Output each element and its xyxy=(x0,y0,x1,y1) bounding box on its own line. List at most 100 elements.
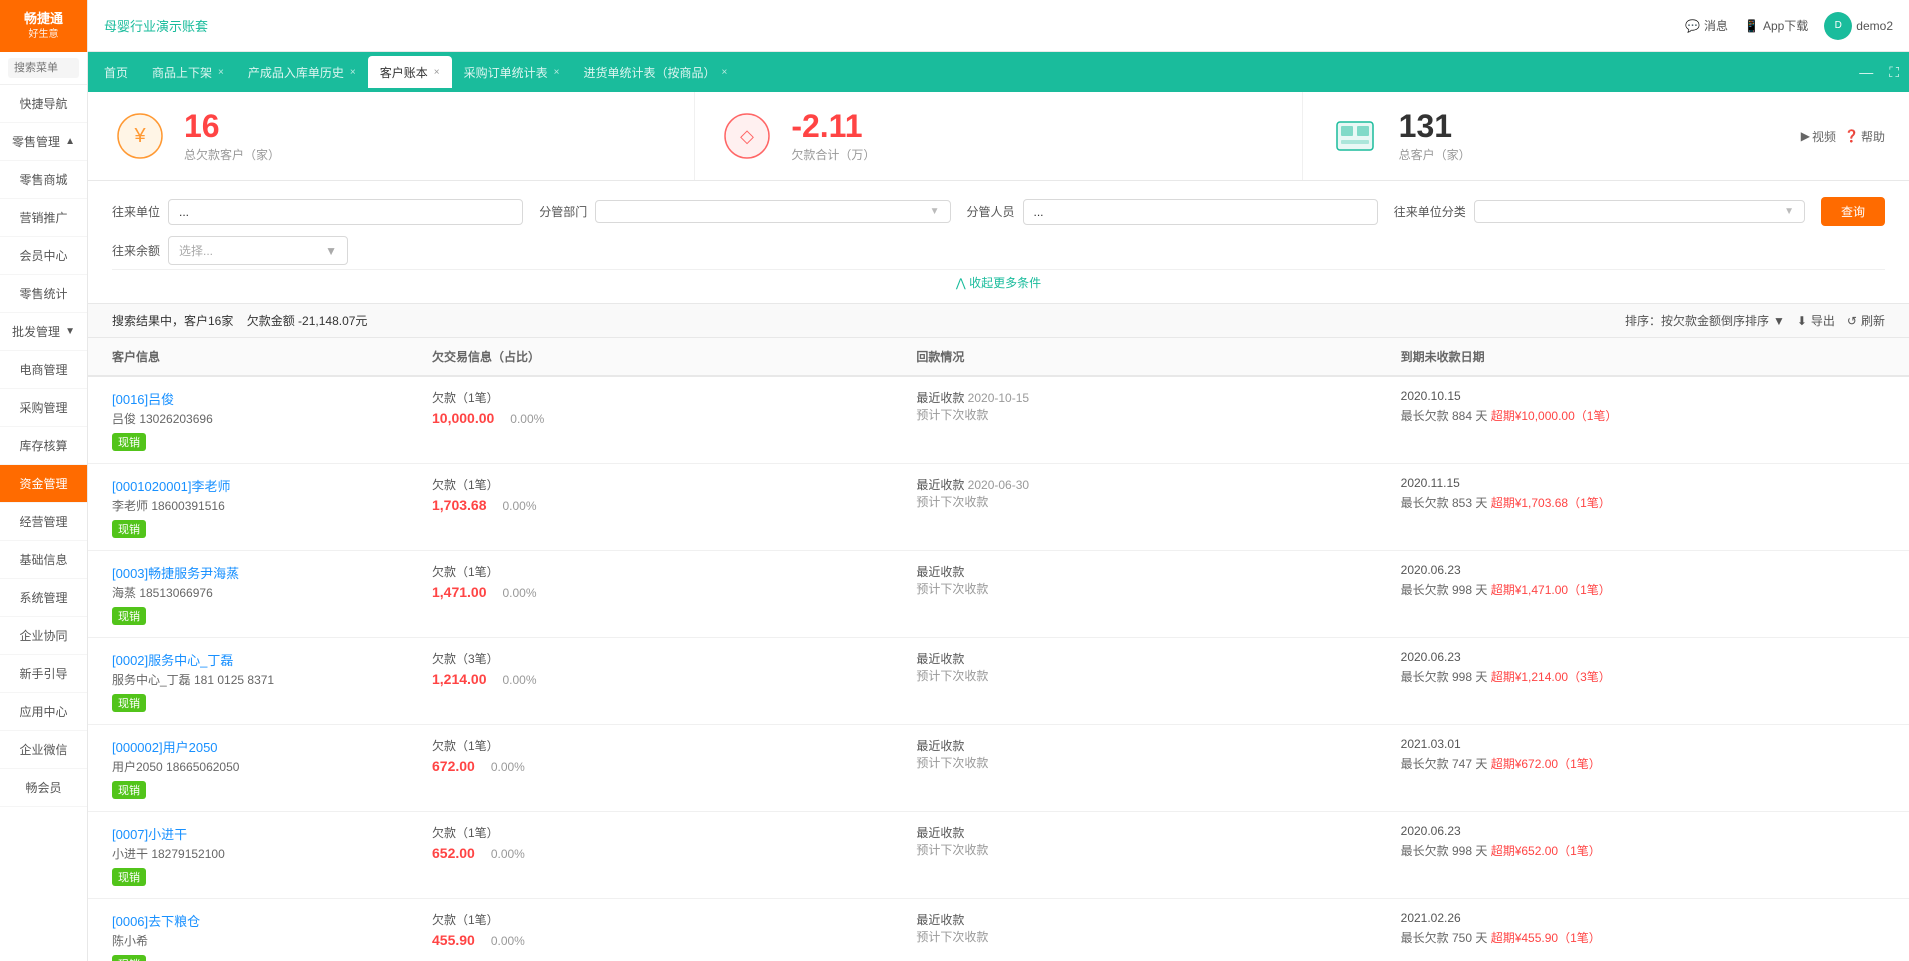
customer-name-link[interactable]: [0003]畅捷服务尹海蒸 xyxy=(112,563,432,582)
sidebar-item-lingshou[interactable]: 零售管理 ▲ xyxy=(0,123,87,161)
overdue-amount-link[interactable]: 超期¥672.00（1笔） xyxy=(1491,757,1601,771)
tab-close-icon[interactable]: × xyxy=(554,67,560,78)
next-collection: 预计下次收款 xyxy=(916,406,1400,423)
sidebar-item-jingying[interactable]: 经营管理 xyxy=(0,503,87,541)
debt-ratio: 0.00% xyxy=(491,760,525,774)
manager-input[interactable]: ... xyxy=(1023,199,1378,225)
tab-purchase-product-stats[interactable]: 进货单统计表（按商品） × xyxy=(571,56,739,88)
sidebar-item-yingxiao[interactable]: 营销推广 xyxy=(0,199,87,237)
refresh-button[interactable]: ↺ 刷新 xyxy=(1847,312,1885,329)
last-collection: 最近收款 2020-06-30 xyxy=(916,476,1400,493)
customer-contact: 陈小希 xyxy=(112,932,432,949)
export-button[interactable]: ⬇ 导出 xyxy=(1797,312,1835,329)
category-select[interactable]: ▼ xyxy=(1474,200,1805,223)
sidebar-item-label: 畅会员 xyxy=(25,779,61,796)
sidebar-item-huiyuan[interactable]: 会员中心 xyxy=(0,237,87,275)
tab-product-listing[interactable]: 商品上下架 × xyxy=(140,56,236,88)
sidebar-item-shangcheng[interactable]: 零售商城 xyxy=(0,161,87,199)
sidebar-item-caigou[interactable]: 采购管理 xyxy=(0,389,87,427)
help-button[interactable]: ❓ 帮助 xyxy=(1844,128,1885,145)
last-collection: 最近收款 xyxy=(916,650,1400,667)
overdue-amount-link[interactable]: 超期¥1,703.68（1笔） xyxy=(1491,496,1611,510)
sidebar-item-zijin[interactable]: 资金管理 xyxy=(0,465,87,503)
tab-close-icon[interactable]: × xyxy=(721,67,727,78)
video-button[interactable]: ▶ 视频 xyxy=(1801,128,1836,145)
tab-label: 客户账本 xyxy=(380,64,428,81)
sidebar-item-changhui[interactable]: 畅会员 xyxy=(0,769,87,807)
tab-product-history[interactable]: 产成品入库单历史 × xyxy=(236,56,368,88)
customer-info: [0016]吕俊 吕俊 13026203696 现销 xyxy=(112,389,432,451)
debt-info: 欠款（3笔） 1,214.00 0.00% xyxy=(432,650,916,687)
app-download-button[interactable]: 📱 App下载 xyxy=(1744,17,1808,34)
sidebar-item-label: 零售管理 xyxy=(12,133,60,150)
debt-info: 欠款（1笔） 1,471.00 0.00% xyxy=(432,563,916,600)
tab-close-icon[interactable]: × xyxy=(350,67,356,78)
filter-label-balance: 往来余额 xyxy=(112,242,160,259)
filter-label-dept: 分管部门 xyxy=(539,203,587,220)
overdue-amount-link[interactable]: 超期¥455.90（1笔） xyxy=(1491,931,1601,945)
search-input[interactable] xyxy=(8,58,79,78)
customer-name-link[interactable]: [0002]服务中心_丁磊 xyxy=(112,650,432,669)
sidebar-item-dianshang[interactable]: 电商管理 xyxy=(0,351,87,389)
sort-selector[interactable]: 排序：按欠款金额倒序排序 ▼ xyxy=(1625,312,1785,329)
debt-ratio: 0.00% xyxy=(503,586,537,600)
debt-amount: 672.00 xyxy=(432,758,475,774)
sidebar-item-qiyexietong[interactable]: 企业协同 xyxy=(0,617,87,655)
search-button[interactable]: 查询 xyxy=(1821,197,1885,226)
tab-close-icon[interactable]: × xyxy=(434,67,440,78)
tab-home[interactable]: 首页 xyxy=(92,56,140,88)
sidebar-item-kuaijie[interactable]: 快捷导航 xyxy=(0,85,87,123)
overdue-amount-link[interactable]: 超期¥652.00（1笔） xyxy=(1491,844,1601,858)
overdue-amount-link[interactable]: 超期¥1,214.00（3笔） xyxy=(1491,670,1611,684)
balance-select[interactable]: 选择... ▼ xyxy=(168,236,348,265)
summary-card-amount: ◇ -2.11 欠款合计（万） xyxy=(695,92,1302,180)
customer-name-link[interactable]: [0001020001]李老师 xyxy=(112,476,432,495)
debt-count: 欠款（1笔） xyxy=(432,737,916,754)
filter-balance: 往来余额 选择... ▼ xyxy=(112,236,1885,265)
sidebar-item-yingyong[interactable]: 应用中心 xyxy=(0,693,87,731)
sidebar-item-weixin[interactable]: 企业微信 xyxy=(0,731,87,769)
overdue-amount-link[interactable]: 超期¥10,000.00（1笔） xyxy=(1491,409,1618,423)
sidebar-item-lingshoutongji[interactable]: 零售统计 xyxy=(0,275,87,313)
customer-name-link[interactable]: [000002]用户2050 xyxy=(112,737,432,756)
sidebar-item-jichu[interactable]: 基础信息 xyxy=(0,541,87,579)
tab-close-icon[interactable]: × xyxy=(218,67,224,78)
table-row: [0003]畅捷服务尹海蒸 海蒸 18513066976 现销 欠款（1笔） 1… xyxy=(88,551,1909,638)
sidebar-item-pifa[interactable]: 批发管理 ▼ xyxy=(0,313,87,351)
overdue-days: 最长欠款 998 天 超期¥1,471.00（1笔） xyxy=(1401,581,1885,598)
customer-name-link[interactable]: [0006]去下粮仓 xyxy=(112,911,432,930)
sidebar-item-label: 企业协同 xyxy=(19,627,67,644)
minimize-button[interactable]: — xyxy=(1853,62,1879,83)
chevron-up-icon: ▲ xyxy=(65,136,75,147)
source-unit-input[interactable]: ... xyxy=(168,199,523,225)
overdue-date: 2020.06.23 xyxy=(1401,563,1885,577)
summary-data-total: 131 总客户（家） xyxy=(1399,110,1785,163)
app-download-label: App下载 xyxy=(1763,17,1808,34)
maximize-button[interactable]: ⛶ xyxy=(1883,62,1905,83)
table-row: [000002]用户2050 用户2050 18665062050 现销 欠款（… xyxy=(88,725,1909,812)
overdue-date: 2021.03.01 xyxy=(1401,737,1885,751)
department-select[interactable]: ▼ xyxy=(595,200,950,223)
sidebar-item-xinshou[interactable]: 新手引导 xyxy=(0,655,87,693)
next-collection: 预计下次收款 xyxy=(916,580,1400,597)
sidebar-item-label: 库存核算 xyxy=(19,437,67,454)
tab-purchase-stats[interactable]: 采购订单统计表 × xyxy=(452,56,572,88)
sidebar-item-kucun[interactable]: 库存核算 xyxy=(0,427,87,465)
customer-name-link[interactable]: [0016]吕俊 xyxy=(112,389,432,408)
customer-name-link[interactable]: [0007]小进干 xyxy=(112,824,432,843)
sidebar-item-xitong[interactable]: 系统管理 xyxy=(0,579,87,617)
collapse-bar[interactable]: ⋀ 收起更多条件 xyxy=(112,269,1885,295)
data-table: 客户信息 欠交易信息（占比） 回款情况 到期未收款日期 [0016]吕俊 吕俊 … xyxy=(88,338,1909,961)
tab-customer-ledger[interactable]: 客户账本 × xyxy=(368,56,452,88)
user-menu[interactable]: D demo2 xyxy=(1824,12,1893,40)
debt-amount: 10,000.00 xyxy=(432,410,494,426)
sidebar-item-label: 零售统计 xyxy=(19,285,67,302)
overdue-date: 2020.10.15 xyxy=(1401,389,1885,403)
table-row: [0006]去下粮仓 陈小希 现销 欠款（1笔） 455.90 0.00% 最近… xyxy=(88,899,1909,961)
message-button[interactable]: 💬 消息 xyxy=(1685,17,1728,34)
customer-contact: 小进干 18279152100 xyxy=(112,845,432,862)
video-icon: ▶ xyxy=(1801,129,1810,143)
help-icon: ❓ xyxy=(1844,129,1859,143)
overdue-amount-link[interactable]: 超期¥1,471.00（1笔） xyxy=(1491,583,1611,597)
refresh-label: 刷新 xyxy=(1861,312,1885,329)
